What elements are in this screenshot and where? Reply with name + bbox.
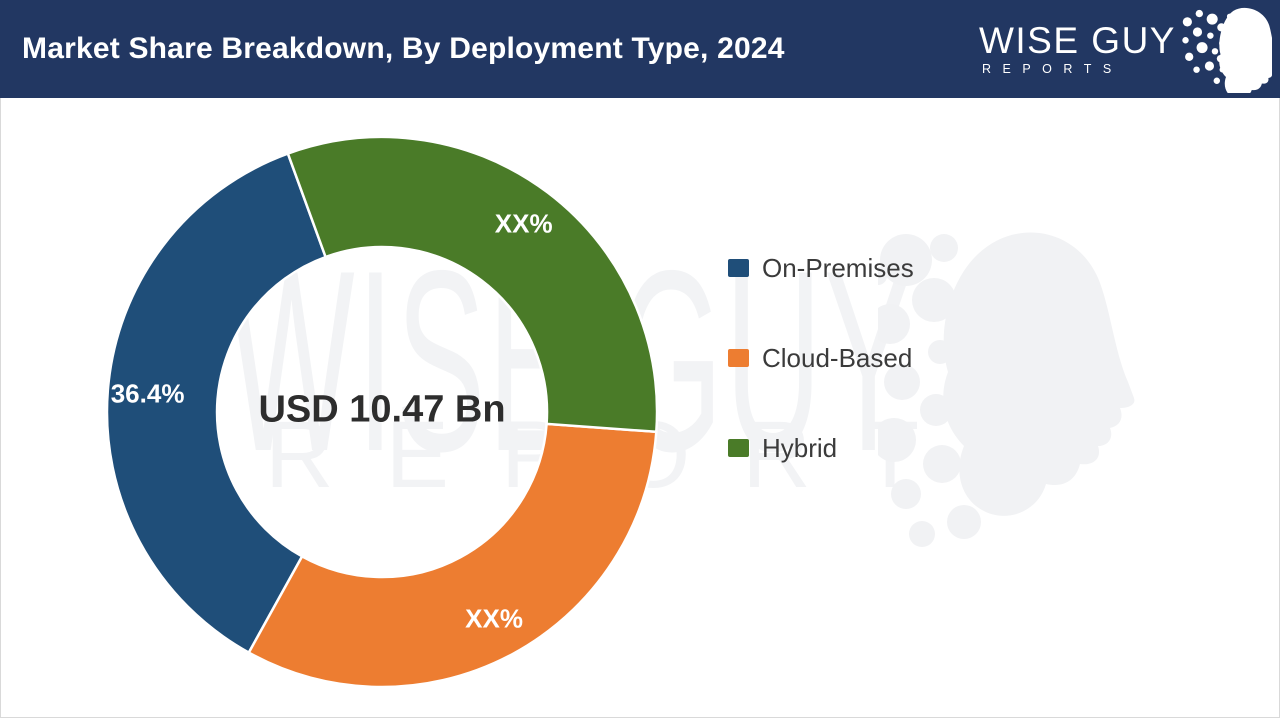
donut-chart <box>105 135 659 689</box>
logo-text: WISE GUY REPORTS <box>979 22 1176 76</box>
legend-label-on-premises: On-Premises <box>762 253 914 283</box>
legend-label-hybrid: Hybrid <box>762 433 838 463</box>
wise-guy-reports-logo: WISE GUY REPORTS <box>979 4 1272 94</box>
segment-label-on-premises: 36.4% <box>110 378 185 409</box>
logo-wordmark: WISE GUY <box>978 20 1176 62</box>
legend-swatch-cloud-based <box>728 349 749 367</box>
chart-center-value: USD 10.47 Bn <box>258 388 506 431</box>
legend-label-cloud-based: Cloud-Based <box>762 343 913 373</box>
donut-segment-cloud-based <box>247 422 658 689</box>
legend-item-hybrid: Hybrid <box>728 435 837 461</box>
legend-item-on-premises: On-Premises <box>728 255 914 281</box>
logo-subtext: REPORTS <box>981 62 1123 77</box>
legend-swatch-on-premises <box>728 259 749 277</box>
logo-head-dots-icon <box>1182 7 1272 93</box>
legend-item-cloud-based: Cloud-Based <box>728 345 912 371</box>
segment-label-cloud-based: XX% <box>465 603 523 634</box>
segment-label-hybrid: XX% <box>494 208 553 239</box>
page-title: Market Share Breakdown, By Deployment Ty… <box>22 32 785 65</box>
legend-swatch-hybrid <box>728 439 749 457</box>
